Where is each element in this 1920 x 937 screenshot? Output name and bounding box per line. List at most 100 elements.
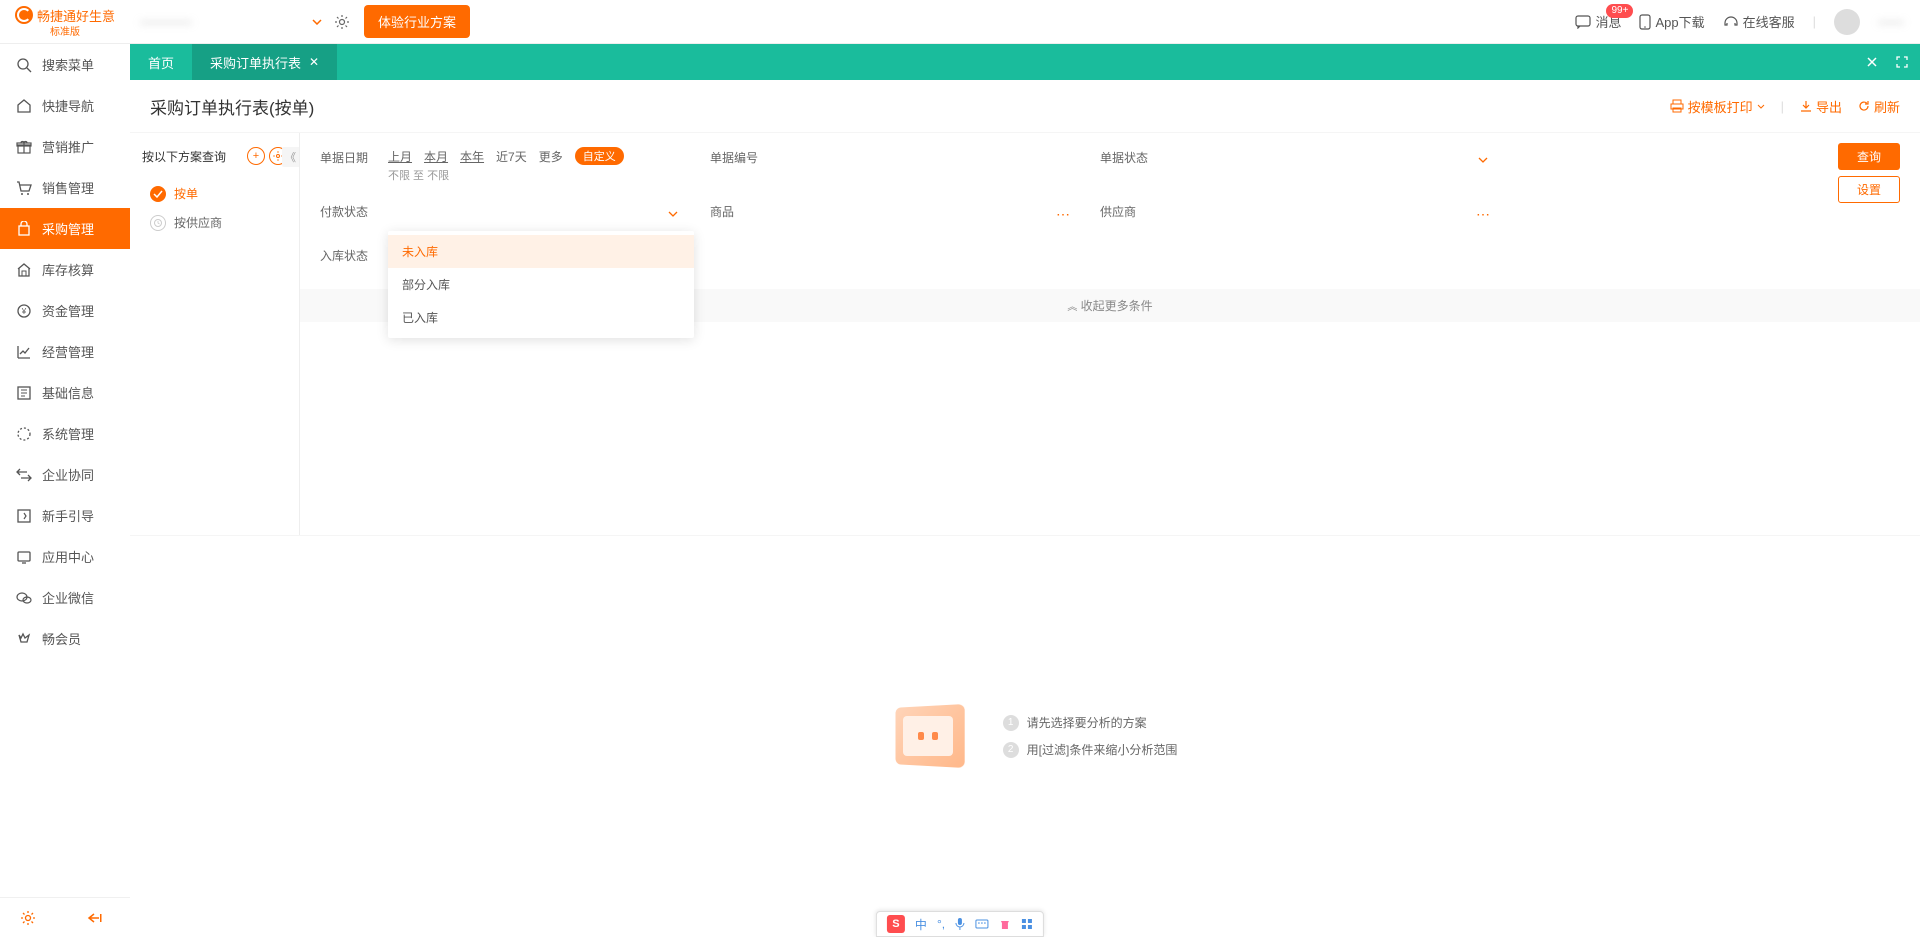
ime-keyboard-icon[interactable]	[975, 919, 989, 929]
ime-tools-icon[interactable]	[1021, 918, 1033, 930]
date-opt-lastmonth[interactable]: 上月	[388, 148, 412, 165]
sidebar-item-14[interactable]: 畅会员	[0, 618, 130, 659]
sidebar-label: 资金管理	[42, 301, 94, 320]
sidebar-item-9[interactable]: 系统管理	[0, 413, 130, 454]
pay-status-select[interactable]	[388, 201, 678, 227]
date-opt-7days[interactable]: 近7天	[496, 148, 527, 165]
dropdown-item-2[interactable]: 已入库	[388, 301, 694, 334]
sidebar-item-2[interactable]: 营销推广	[0, 126, 130, 167]
chevron-down-icon	[1478, 157, 1488, 163]
sidebar-label: 营销推广	[42, 137, 94, 156]
sidebar-label: 采购管理	[42, 219, 94, 238]
close-tab-icon[interactable]: ✕	[309, 55, 319, 69]
flag-icon	[16, 508, 32, 524]
online-service-button[interactable]: 在线客服	[1723, 12, 1795, 31]
sidebar-item-3[interactable]: 销售管理	[0, 167, 130, 208]
dropdown-item-1[interactable]: 部分入库	[388, 268, 694, 301]
company-selector[interactable]: ————	[130, 14, 192, 29]
home-icon	[16, 98, 32, 114]
logo-area: 畅捷通好生意 标准版	[0, 2, 130, 42]
filter-mode-0[interactable]: 按单	[142, 179, 287, 208]
sidebar-item-4[interactable]: 采购管理	[0, 208, 130, 249]
sidebar-label: 快捷导航	[42, 96, 94, 115]
empty-illustration	[873, 686, 983, 786]
dashed-icon	[16, 426, 32, 442]
sidebar-label: 企业微信	[42, 588, 94, 607]
tab-0[interactable]: 首页	[130, 44, 192, 80]
sidebar-item-10[interactable]: 企业协同	[0, 454, 130, 495]
export-button[interactable]: 导出	[1800, 97, 1842, 116]
date-opt-more[interactable]: 更多	[539, 148, 563, 165]
add-scheme-icon[interactable]: +	[247, 147, 265, 165]
ime-punct-icon[interactable]: °,	[937, 917, 945, 931]
date-label: 单据日期	[320, 147, 388, 166]
sidebar-footer	[0, 897, 130, 937]
house-icon	[16, 262, 32, 278]
ime-toolbar[interactable]: S 中 °,	[876, 911, 1044, 937]
filter-scheme-panel: 按以下方案查询 + 《 按单按供应商	[130, 133, 300, 535]
sidebar-item-7[interactable]: 经营管理	[0, 331, 130, 372]
print-button[interactable]: 按模板打印	[1670, 97, 1765, 116]
date-opt-thisyear[interactable]: 本年	[460, 148, 484, 165]
search-icon	[16, 57, 32, 73]
product-select[interactable]: ⋯	[778, 201, 1068, 227]
logo-edition: 标准版	[50, 23, 80, 38]
app-download-button[interactable]: App下载	[1639, 12, 1704, 31]
date-custom-badge[interactable]: 自定义	[575, 147, 624, 165]
message-icon	[1575, 15, 1591, 29]
supplier-label: 供应商	[1100, 201, 1168, 220]
sidebar-item-8[interactable]: 基础信息	[0, 372, 130, 413]
headset-icon	[1723, 15, 1739, 29]
refresh-icon	[1858, 100, 1870, 112]
ime-mic-icon[interactable]	[955, 917, 965, 931]
arrows-icon	[16, 467, 32, 483]
sidebar: 搜索菜单快捷导航营销推广销售管理采购管理库存核算 ¥ 资金管理经营管理基础信息系统管…	[0, 44, 130, 937]
tab-1[interactable]: 采购订单执行表✕	[192, 44, 337, 80]
collapse-sidebar-icon[interactable]	[86, 912, 102, 924]
fullscreen-icon[interactable]	[1888, 48, 1916, 76]
query-button[interactable]: 查询	[1838, 143, 1900, 170]
gear-icon[interactable]	[334, 14, 350, 30]
settings-button[interactable]: 设置	[1838, 176, 1900, 203]
sidebar-item-1[interactable]: 快捷导航	[0, 85, 130, 126]
sidebar-item-13[interactable]: 企业微信	[0, 577, 130, 618]
collapse-panel-icon[interactable]: 《	[282, 147, 299, 167]
filter-mode-1[interactable]: 按供应商	[142, 208, 287, 237]
order-no-input[interactable]	[778, 147, 1068, 173]
filter-content: 按以下方案查询 + 《 按单按供应商 查询 设置	[130, 133, 1920, 535]
tv-icon	[16, 549, 32, 565]
dropdown-item-0[interactable]: 未入库	[388, 235, 694, 268]
date-opt-thismonth[interactable]: 本月	[424, 148, 448, 165]
sidebar-label: 搜索菜单	[42, 55, 94, 74]
sidebar-item-5[interactable]: 库存核算	[0, 249, 130, 290]
logo-icon	[15, 6, 33, 24]
sidebar-label: 销售管理	[42, 178, 94, 197]
svg-text:¥: ¥	[21, 307, 27, 316]
sidebar-item-11[interactable]: 新手引导	[0, 495, 130, 536]
order-status-select[interactable]	[1168, 147, 1488, 173]
sidebar-item-0[interactable]: 搜索菜单	[0, 44, 130, 85]
sogou-icon: S	[887, 915, 905, 933]
wechat-icon	[16, 590, 32, 606]
vip-icon	[16, 631, 32, 647]
empty-step-2: 2 用[过滤]条件来缩小分析范围	[1003, 741, 1178, 758]
order-status-label: 单据状态	[1100, 147, 1168, 166]
settings-icon[interactable]	[20, 910, 36, 926]
messages-button[interactable]: 消息 99+	[1575, 12, 1621, 31]
close-all-tabs-icon[interactable]	[1858, 48, 1886, 76]
filter-scheme-title: 按以下方案查询	[142, 148, 226, 165]
supplier-select[interactable]: ⋯	[1168, 201, 1488, 227]
sidebar-item-6[interactable]: ¥ 资金管理	[0, 290, 130, 331]
storage-status-dropdown: 未入库部分入库已入库	[388, 231, 694, 338]
avatar[interactable]	[1834, 9, 1860, 35]
sidebar-item-12[interactable]: 应用中心	[0, 536, 130, 577]
username[interactable]: ——	[1878, 14, 1904, 29]
chevron-down-icon	[668, 211, 678, 217]
ime-skin-icon[interactable]	[999, 918, 1011, 930]
ime-lang[interactable]: 中	[915, 916, 927, 933]
message-badge: 99+	[1606, 4, 1633, 18]
experience-button[interactable]: 体验行业方案	[364, 5, 470, 38]
export-icon	[1800, 100, 1812, 112]
refresh-button[interactable]: 刷新	[1858, 97, 1900, 116]
chevron-down-icon[interactable]	[312, 19, 322, 25]
